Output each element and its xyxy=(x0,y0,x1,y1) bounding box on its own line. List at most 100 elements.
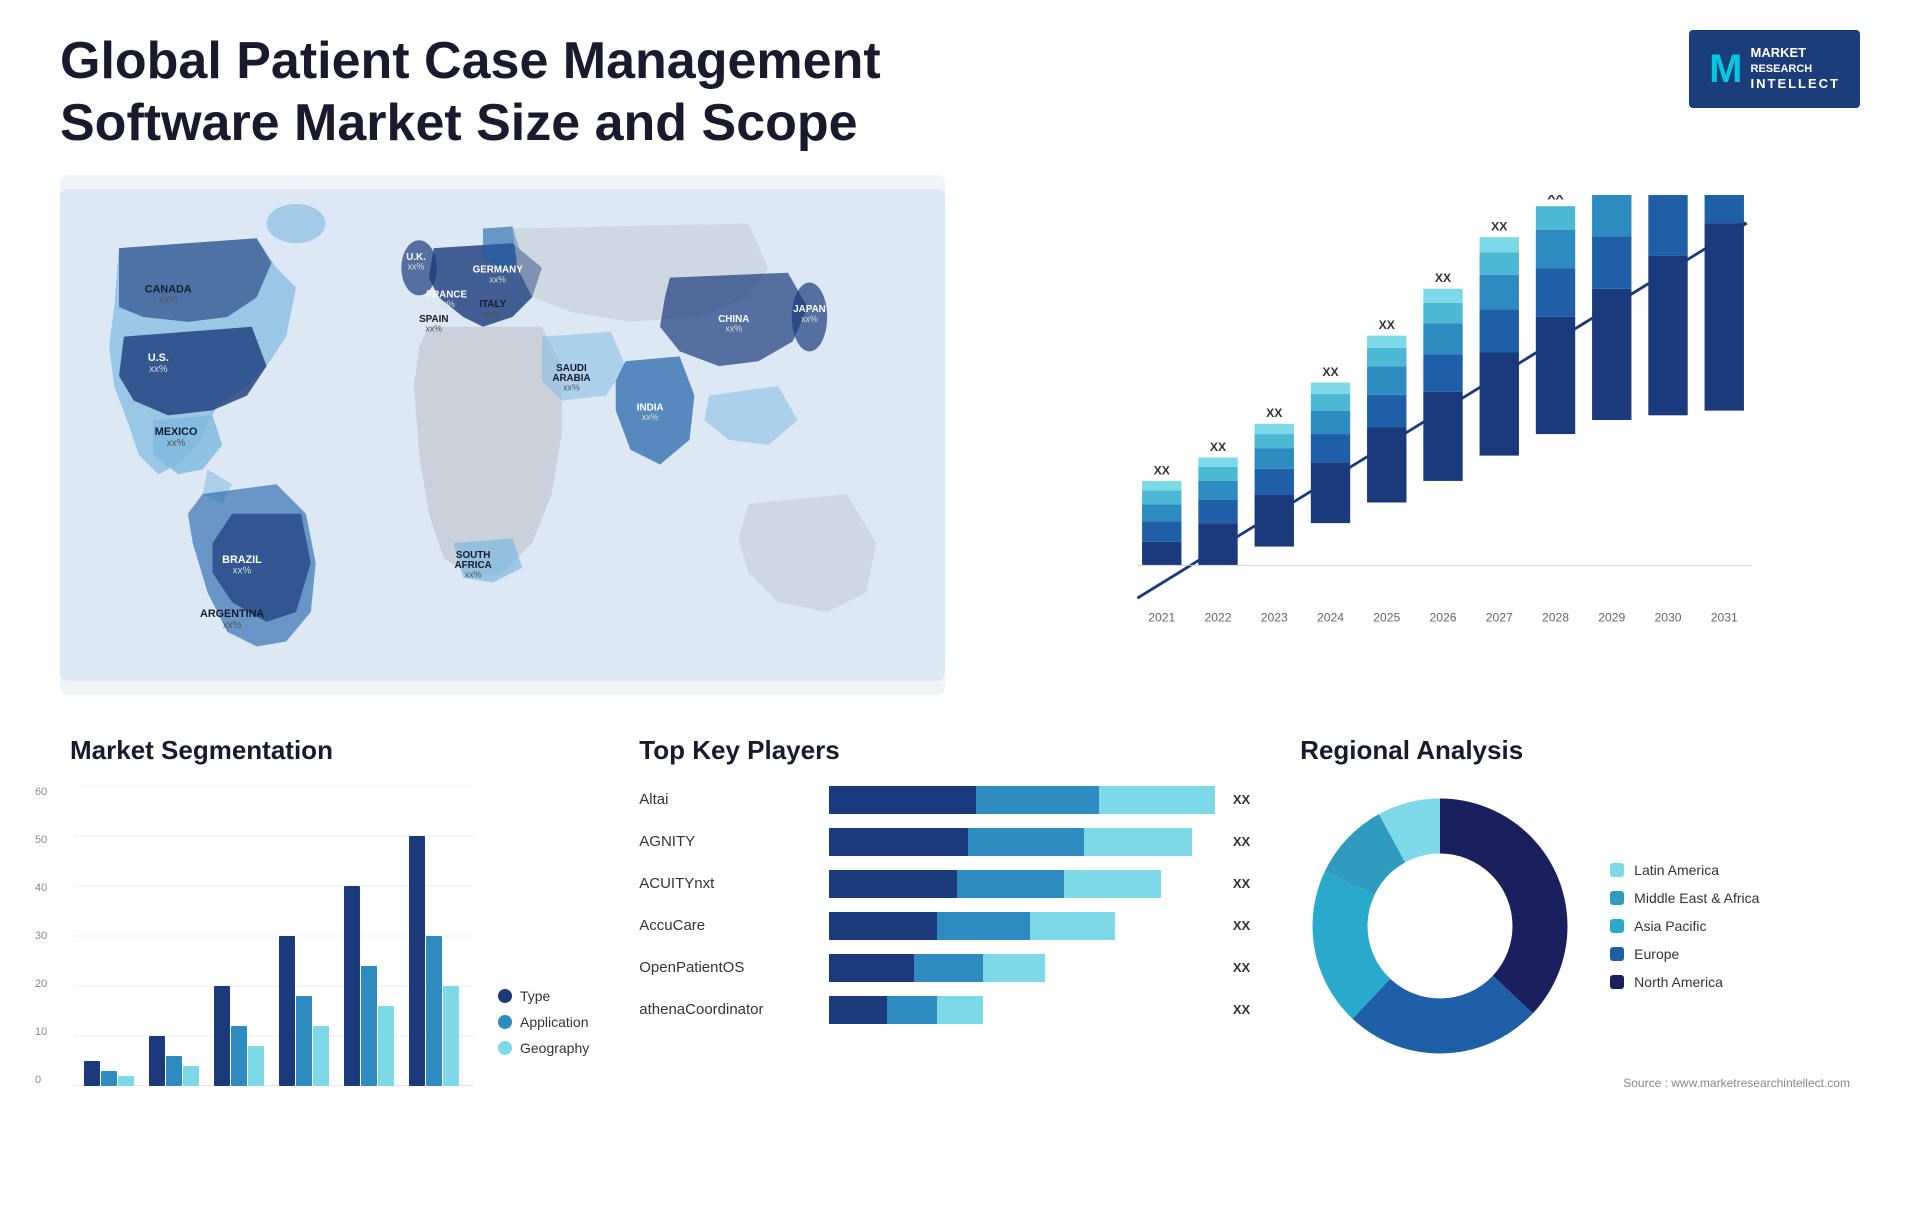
svg-text:XX: XX xyxy=(1491,219,1508,233)
player-bar-acuitynxt xyxy=(829,870,1215,898)
svg-text:2029: 2029 xyxy=(1598,610,1625,624)
svg-text:ARGENTINA: ARGENTINA xyxy=(200,608,264,620)
map-area: CANADA xx% U.S. xx% MEXICO xx% BRAZIL xx… xyxy=(60,175,945,695)
player-bar-seg3 xyxy=(1084,828,1192,856)
legend-application: Application xyxy=(498,1014,589,1030)
legend-latin-america-dot xyxy=(1610,863,1624,877)
svg-text:xx%: xx% xyxy=(438,299,455,309)
svg-text:2022: 2022 xyxy=(1205,610,1232,624)
legend-latin-america-label: Latin America xyxy=(1634,862,1719,878)
player-name-openpatientos: OpenPatientOS xyxy=(639,959,819,976)
svg-text:xx%: xx% xyxy=(223,620,242,631)
player-bar-seg1 xyxy=(829,786,976,814)
player-val-openpatientos: XX xyxy=(1233,960,1250,975)
legend-type: Type xyxy=(498,988,589,1004)
player-val-athenacoordinator: XX xyxy=(1233,1002,1250,1017)
svg-text:2024: 2024 xyxy=(1317,610,1344,624)
player-bar-seg3 xyxy=(1030,912,1115,940)
player-bar-seg2 xyxy=(937,912,1030,940)
svg-text:XX: XX xyxy=(1154,463,1171,477)
svg-text:XX: XX xyxy=(1548,195,1565,203)
players-area: Top Key Players Altai XX AGNITY xyxy=(629,725,1260,1175)
legend-middle-east-africa: Middle East & Africa xyxy=(1610,890,1759,906)
player-name-altai: Altai xyxy=(639,791,819,808)
donut-chart-svg xyxy=(1300,786,1580,1066)
player-bar-seg2 xyxy=(887,996,937,1024)
player-row-athenacoordinator: athenaCoordinator XX xyxy=(639,996,1250,1024)
player-val-acuitynxt: XX xyxy=(1233,876,1250,891)
legend-application-label: Application xyxy=(520,1014,589,1030)
svg-text:2026: 2026 xyxy=(1430,610,1457,624)
legend-europe: Europe xyxy=(1610,946,1759,962)
source-text: Source : www.marketresearchintellect.com xyxy=(1300,1076,1850,1090)
player-bar-seg3 xyxy=(1099,786,1215,814)
svg-text:XX: XX xyxy=(1266,406,1283,420)
svg-text:xx%: xx% xyxy=(425,324,442,334)
players-title: Top Key Players xyxy=(639,735,1250,766)
bar-chart-area: XX 2021 XX 2022 XX 2023 xyxy=(985,175,1860,695)
player-bar-openpatientos xyxy=(829,954,1215,982)
svg-text:2023: 2023 xyxy=(1261,610,1288,624)
svg-text:2028: 2028 xyxy=(1542,610,1569,624)
svg-text:2027: 2027 xyxy=(1486,610,1513,624)
svg-text:xx%: xx% xyxy=(408,262,425,272)
svg-text:xx%: xx% xyxy=(642,412,659,422)
legend-europe-label: Europe xyxy=(1634,946,1679,962)
player-bar-seg1 xyxy=(829,870,956,898)
seg-legend: Type Application Geography xyxy=(498,988,589,1086)
svg-text:xx%: xx% xyxy=(489,274,506,284)
bar-chart-svg: XX 2021 XX 2022 XX 2023 xyxy=(1035,195,1840,645)
svg-text:xx%: xx% xyxy=(465,569,482,579)
player-val-agnity: XX xyxy=(1233,834,1250,849)
legend-geography: Geography xyxy=(498,1040,589,1056)
player-val-accucare: XX xyxy=(1233,918,1250,933)
legend-europe-dot xyxy=(1610,947,1624,961)
player-name-acuitynxt: ACUITYnxt xyxy=(639,875,819,892)
svg-text:XX: XX xyxy=(1323,365,1340,379)
svg-text:XX: XX xyxy=(1379,318,1396,332)
svg-text:xx%: xx% xyxy=(167,438,186,449)
segmentation-area: Market Segmentation 60 50 40 30 20 10 0 xyxy=(60,725,599,1175)
legend-north-america-label: North America xyxy=(1634,974,1723,990)
svg-text:2030: 2030 xyxy=(1655,610,1682,624)
player-bar-seg1 xyxy=(829,996,887,1024)
legend-latin-america: Latin America xyxy=(1610,862,1759,878)
regional-legend: Latin America Middle East & Africa Asia … xyxy=(1610,862,1759,990)
player-bar-seg3 xyxy=(983,954,1045,982)
player-bar-seg1 xyxy=(829,954,914,982)
legend-north-america-dot xyxy=(1610,975,1624,989)
svg-text:U.S.: U.S. xyxy=(148,352,169,364)
page-title: Global Patient Case Management Software … xyxy=(60,30,960,155)
svg-text:BRAZIL: BRAZIL xyxy=(222,554,262,566)
legend-asia-pacific-dot xyxy=(1610,919,1624,933)
svg-text:xx%: xx% xyxy=(149,364,168,375)
legend-type-dot xyxy=(498,989,512,1003)
player-bar-seg2 xyxy=(976,786,1099,814)
player-name-agnity: AGNITY xyxy=(639,833,819,850)
legend-middle-east-africa-label: Middle East & Africa xyxy=(1634,890,1759,906)
legend-geography-label: Geography xyxy=(520,1040,589,1056)
world-map-svg: CANADA xx% U.S. xx% MEXICO xx% BRAZIL xx… xyxy=(60,175,945,695)
player-row-altai: Altai XX xyxy=(639,786,1250,814)
logo: M MARKET RESEARCH INTELLECT xyxy=(1689,30,1860,108)
header: Global Patient Case Management Software … xyxy=(60,30,1860,155)
player-bar-seg1 xyxy=(829,912,937,940)
logo-line2: RESEARCH xyxy=(1751,62,1841,76)
svg-text:xx%: xx% xyxy=(159,295,178,306)
donut-container: Latin America Middle East & Africa Asia … xyxy=(1300,786,1850,1066)
bottom-section: Market Segmentation 60 50 40 30 20 10 0 xyxy=(60,725,1860,1175)
player-bar-seg2 xyxy=(914,954,983,982)
player-bar-athenacoordinator xyxy=(829,996,1215,1024)
player-row-agnity: AGNITY XX xyxy=(639,828,1250,856)
svg-text:xx%: xx% xyxy=(563,383,580,393)
player-bar-seg3 xyxy=(1064,870,1160,898)
legend-north-america: North America xyxy=(1610,974,1759,990)
legend-asia-pacific: Asia Pacific xyxy=(1610,918,1759,934)
player-name-athenacoordinator: athenaCoordinator xyxy=(639,1001,819,1018)
player-row-openpatientos: OpenPatientOS XX xyxy=(639,954,1250,982)
svg-text:XX: XX xyxy=(1210,440,1227,454)
player-bar-seg3 xyxy=(937,996,983,1024)
svg-text:xx%: xx% xyxy=(484,309,501,319)
svg-text:2021: 2021 xyxy=(1148,610,1175,624)
svg-text:xx%: xx% xyxy=(801,314,818,324)
